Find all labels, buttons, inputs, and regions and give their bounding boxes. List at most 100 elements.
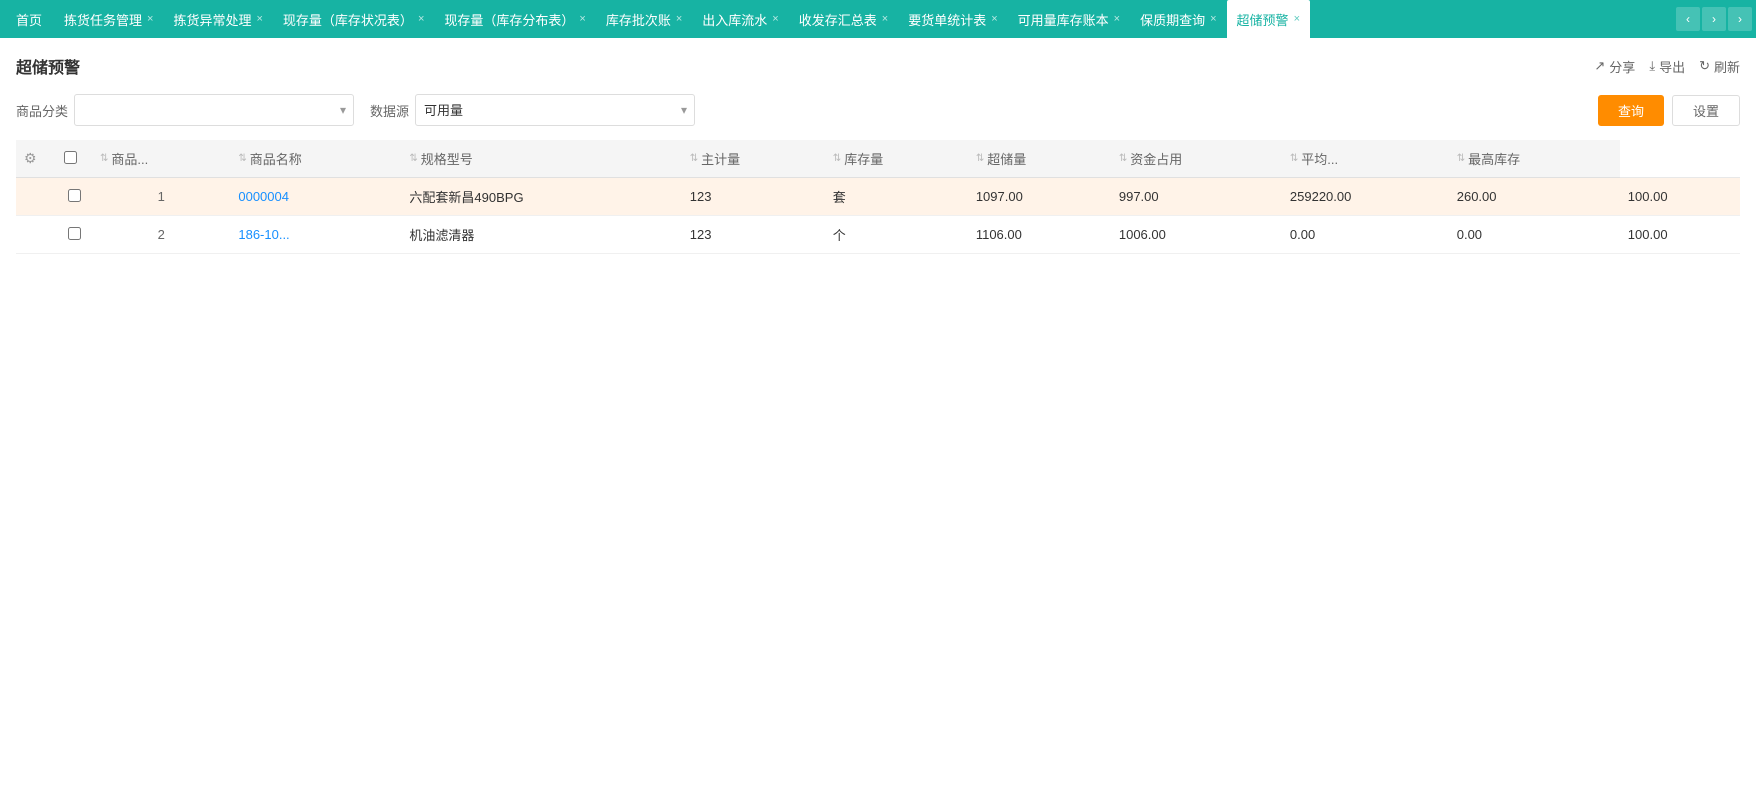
nav-item-5[interactable]: 库存批次账 × — [596, 0, 692, 38]
datasource-label: 数据源 — [370, 101, 409, 120]
row-capital: 259220.00 — [1282, 178, 1449, 216]
nav-arrows: ‹ › › — [1676, 7, 1752, 31]
row-product-code: 186-10... — [230, 216, 401, 254]
th-capital[interactable]: 资金占用 — [1111, 140, 1282, 178]
table-row: 2 186-10... 机油滤清器 123 个 1106.00 1006.00 … — [16, 216, 1740, 254]
th-max-stock[interactable]: 最高库存 — [1449, 140, 1620, 178]
nav-item-8[interactable]: 要货单统计表 × — [898, 0, 1007, 38]
nav-prev-button[interactable]: ‹ — [1676, 7, 1700, 31]
main-content: 超储预警 ↗ 分享 ⤓ 导出 ↻ 刷新 商品分类 — [0, 38, 1756, 800]
row-avg: 260.00 — [1449, 178, 1620, 216]
filter-datasource: 数据源 可用量 — [370, 94, 695, 126]
row-over-stock: 1006.00 — [1111, 216, 1282, 254]
nav-item-6[interactable]: 出入库流水 × — [692, 0, 788, 38]
nav-menu-button[interactable]: › — [1728, 7, 1752, 31]
close-icon[interactable]: × — [1114, 13, 1120, 25]
sort-unit[interactable]: 主计量 — [690, 149, 740, 168]
datasource-select[interactable]: 可用量 — [415, 94, 695, 126]
sort-product-name[interactable]: 商品名称 — [238, 149, 301, 168]
close-icon[interactable]: × — [579, 13, 585, 25]
share-button[interactable]: ↗ 分享 — [1594, 57, 1635, 76]
row-over-stock: 997.00 — [1111, 178, 1282, 216]
sort-over-stock[interactable]: 超储量 — [976, 149, 1026, 168]
row-index: 1 — [92, 178, 230, 216]
row-avg: 0.00 — [1449, 216, 1620, 254]
query-button[interactable]: 查询 — [1598, 95, 1664, 126]
row-unit: 个 — [825, 216, 968, 254]
close-icon[interactable]: × — [418, 13, 424, 25]
close-icon[interactable]: × — [882, 13, 888, 25]
th-spec[interactable]: 规格型号 — [401, 140, 681, 178]
close-icon[interactable]: × — [676, 13, 682, 25]
row-max-stock: 100.00 — [1620, 216, 1740, 254]
row-unit: 套 — [825, 178, 968, 216]
nav-home[interactable]: 首页 — [4, 10, 54, 29]
row-gear-cell — [16, 178, 56, 216]
nav-item-2[interactable]: 拣货异常处理 × — [163, 0, 272, 38]
close-icon[interactable]: × — [147, 13, 153, 25]
row-index: 2 — [92, 216, 230, 254]
th-product-code[interactable]: 商品... — [92, 140, 230, 178]
th-stock[interactable]: 库存量 — [825, 140, 968, 178]
category-label: 商品分类 — [16, 101, 68, 120]
row-capital: 0.00 — [1282, 216, 1449, 254]
close-icon[interactable]: × — [772, 13, 778, 25]
data-table: ⚙ 商品... 商品名称 规格型号 主计量 库存量 — [16, 140, 1740, 254]
sort-capital[interactable]: 资金占用 — [1119, 149, 1182, 168]
row-spec: 123 — [682, 178, 825, 216]
sort-avg[interactable]: 平均... — [1290, 149, 1338, 168]
row-checkbox[interactable] — [68, 227, 81, 240]
page-title: 超储预警 — [16, 54, 80, 78]
set-button[interactable]: 设置 — [1672, 95, 1740, 126]
sort-stock[interactable]: 库存量 — [833, 149, 883, 168]
th-product-name[interactable]: 商品名称 — [230, 140, 401, 178]
row-max-stock: 100.00 — [1620, 178, 1740, 216]
datasource-select-wrapper: 可用量 — [415, 94, 695, 126]
category-select-wrapper — [74, 94, 354, 126]
row-gear-cell — [16, 216, 56, 254]
nav-item-4[interactable]: 现存量（库存分布表） × — [434, 0, 595, 38]
close-icon[interactable]: × — [1294, 13, 1300, 25]
row-checkbox[interactable] — [68, 189, 81, 202]
table-header-row: ⚙ 商品... 商品名称 规格型号 主计量 库存量 — [16, 140, 1740, 178]
sort-max-stock[interactable]: 最高库存 — [1457, 149, 1520, 168]
gear-icon[interactable]: ⚙ — [24, 150, 37, 166]
close-icon[interactable]: × — [1210, 13, 1216, 25]
close-icon[interactable]: × — [256, 13, 262, 25]
nav-item-7[interactable]: 收发存汇总表 × — [789, 0, 898, 38]
row-stock: 1097.00 — [968, 178, 1111, 216]
row-product-code: 0000004 — [230, 178, 401, 216]
top-nav: 首页 拣货任务管理 × 拣货异常处理 × 现存量（库存状况表） × 现存量（库存… — [0, 0, 1756, 38]
nav-item-9[interactable]: 可用量库存账本 × — [1008, 0, 1130, 38]
filter-bar: 商品分类 数据源 可用量 查询 设置 — [16, 94, 1740, 126]
refresh-button[interactable]: ↻ 刷新 — [1699, 57, 1740, 76]
th-avg[interactable]: 平均... — [1282, 140, 1449, 178]
sort-product-code[interactable]: 商品... — [100, 149, 148, 168]
th-over-stock[interactable]: 超储量 — [968, 140, 1111, 178]
th-gear: ⚙ — [16, 140, 56, 178]
row-product-name: 六配套新昌490BPG — [401, 178, 681, 216]
nav-item-11-active[interactable]: 超储预警 × — [1227, 0, 1310, 38]
export-icon: ⤓ — [1649, 58, 1655, 74]
sort-spec[interactable]: 规格型号 — [409, 149, 472, 168]
close-icon[interactable]: × — [991, 13, 997, 25]
filter-right-buttons: 查询 设置 — [1598, 95, 1740, 126]
th-unit[interactable]: 主计量 — [682, 140, 825, 178]
page-header: 超储预警 ↗ 分享 ⤓ 导出 ↻ 刷新 — [16, 54, 1740, 78]
row-stock: 1106.00 — [968, 216, 1111, 254]
refresh-icon: ↻ — [1699, 58, 1710, 74]
filter-category: 商品分类 — [16, 94, 354, 126]
row-checkbox-cell — [56, 216, 92, 254]
select-all-checkbox[interactable] — [64, 151, 77, 164]
nav-item-10[interactable]: 保质期查询 × — [1130, 0, 1226, 38]
category-select[interactable] — [74, 94, 354, 126]
share-icon: ↗ — [1594, 58, 1605, 74]
nav-item-1[interactable]: 拣货任务管理 × — [54, 0, 163, 38]
export-button[interactable]: ⤓ 导出 — [1649, 57, 1685, 76]
nav-next-button[interactable]: › — [1702, 7, 1726, 31]
row-spec: 123 — [682, 216, 825, 254]
th-checkbox — [56, 140, 92, 178]
nav-item-3[interactable]: 现存量（库存状况表） × — [273, 0, 434, 38]
header-actions: ↗ 分享 ⤓ 导出 ↻ 刷新 — [1594, 57, 1740, 76]
table-row: 1 0000004 六配套新昌490BPG 123 套 1097.00 997.… — [16, 178, 1740, 216]
